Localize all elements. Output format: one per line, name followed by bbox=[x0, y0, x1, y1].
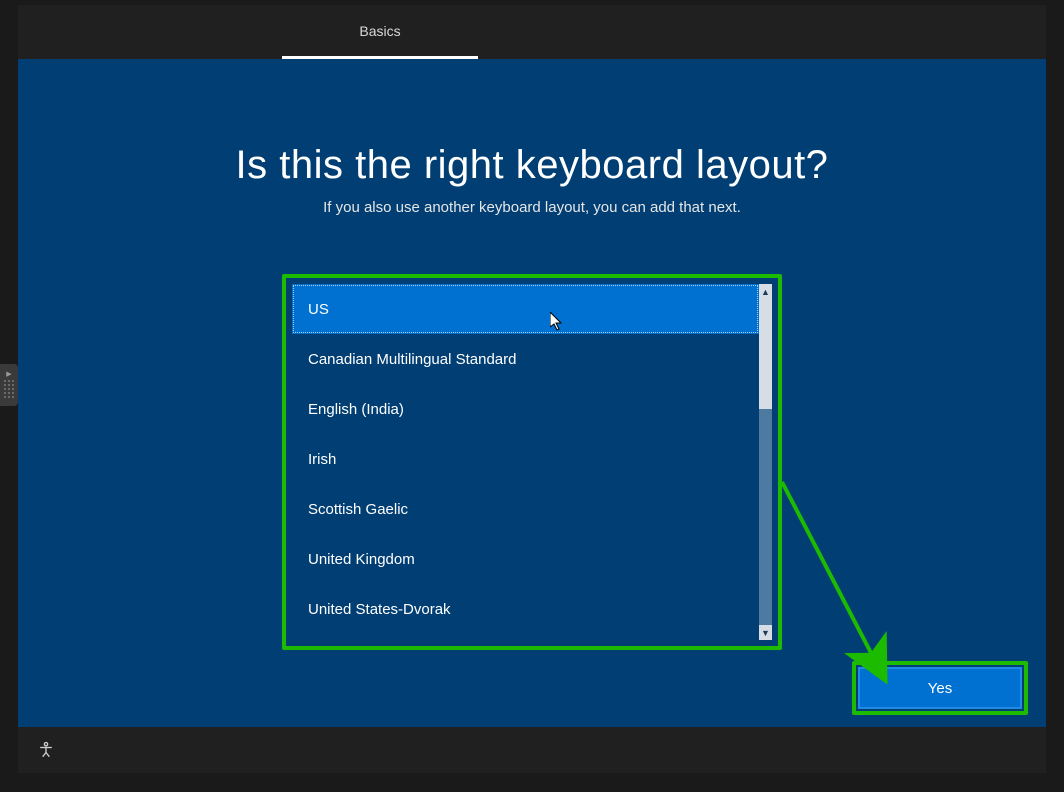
side-panel-handle[interactable]: ▶ bbox=[0, 364, 18, 406]
listbox-items: US Canadian Multilingual Standard Englis… bbox=[292, 284, 759, 640]
yes-button-label: Yes bbox=[928, 680, 952, 697]
keyboard-layout-listbox[interactable]: US Canadian Multilingual Standard Englis… bbox=[292, 284, 772, 640]
chevron-right-icon: ▶ bbox=[6, 371, 11, 378]
list-item[interactable]: English (India) bbox=[292, 384, 759, 434]
scroll-up-arrow-icon[interactable]: ▲ bbox=[759, 284, 772, 299]
scroll-down-arrow-icon[interactable]: ▼ bbox=[759, 625, 772, 640]
scroll-thumb[interactable] bbox=[759, 299, 772, 409]
bottom-bar bbox=[18, 727, 1046, 773]
tab-label: Basics bbox=[359, 23, 400, 39]
list-item[interactable]: United States-Dvorak bbox=[292, 584, 759, 634]
accessibility-icon[interactable] bbox=[36, 740, 56, 760]
yes-button[interactable]: Yes bbox=[858, 667, 1022, 709]
list-item[interactable]: US bbox=[292, 284, 759, 334]
list-item-label: Canadian Multilingual Standard bbox=[308, 351, 516, 368]
list-item[interactable]: United Kingdom bbox=[292, 534, 759, 584]
list-item[interactable]: Canadian Multilingual Standard bbox=[292, 334, 759, 384]
page-title: Is this the right keyboard layout? bbox=[18, 143, 1046, 188]
page-subtitle: If you also use another keyboard layout,… bbox=[18, 199, 1046, 216]
list-item-label: Irish bbox=[308, 451, 336, 468]
list-item-label: English (India) bbox=[308, 401, 404, 418]
list-item-label: Scottish Gaelic bbox=[308, 501, 408, 518]
list-item[interactable]: Scottish Gaelic bbox=[292, 484, 759, 534]
list-item-label: US bbox=[308, 301, 329, 318]
tab-basics[interactable]: Basics bbox=[282, 5, 478, 59]
list-item-label: United Kingdom bbox=[308, 551, 415, 568]
top-tab-bar: Basics bbox=[18, 5, 1046, 59]
annotation-highlight-listbox: US Canadian Multilingual Standard Englis… bbox=[282, 274, 782, 650]
grip-dots-icon bbox=[4, 380, 14, 400]
scrollbar[interactable]: ▲ ▼ bbox=[759, 284, 772, 640]
setup-view: Is this the right keyboard layout? If yo… bbox=[18, 59, 1046, 727]
annotation-highlight-yes: Yes bbox=[852, 661, 1028, 715]
list-item[interactable]: Irish bbox=[292, 434, 759, 484]
list-item-label: United States-Dvorak bbox=[308, 601, 451, 618]
